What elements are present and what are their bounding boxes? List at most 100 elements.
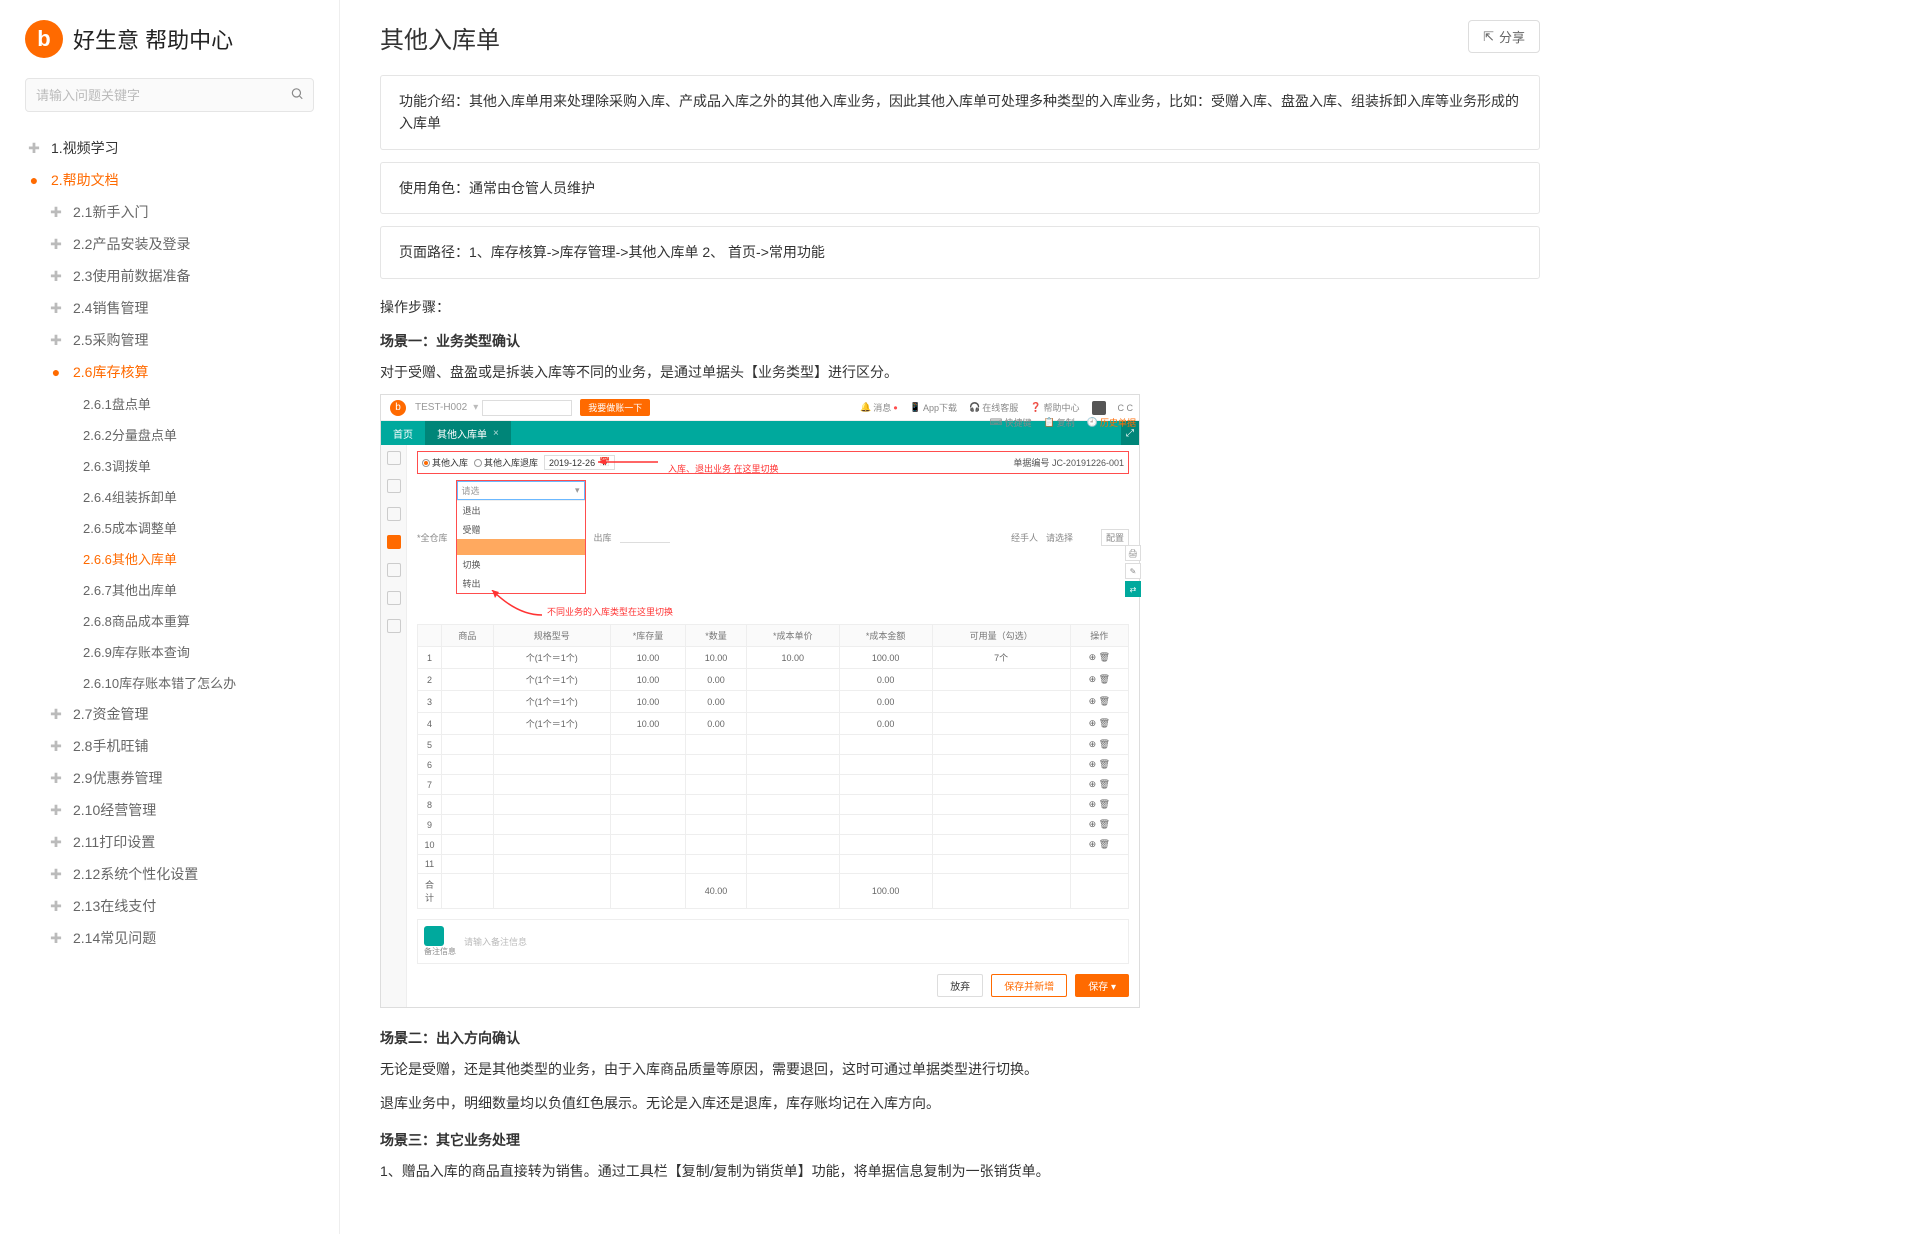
share-button[interactable]: ⇱ 分享	[1468, 20, 1540, 53]
config-button[interactable]: 配置	[1101, 529, 1129, 546]
radio-return[interactable]: 其他入库退库	[474, 456, 538, 469]
tool-shortcut[interactable]: ⌨ 快捷键	[987, 415, 1035, 430]
nav-2-6-3[interactable]: 2.6.3调拨单	[25, 450, 314, 481]
remark-input[interactable]: 请输入备注信息	[464, 935, 527, 948]
dd-option[interactable]: 切换	[457, 555, 585, 574]
nav-2-6-7[interactable]: 2.6.7其他出库单	[25, 574, 314, 605]
table-row[interactable]: 3个(1个＝1个)10.000.000.00⊕ 🗑	[418, 691, 1129, 713]
save-button[interactable]: 保存 ▾	[1075, 974, 1129, 997]
top-code: TEST-H002	[415, 402, 467, 413]
app-download-link[interactable]: 📱App下载	[910, 401, 957, 414]
support-link[interactable]: 🎧在线客服	[969, 401, 1018, 414]
table-row[interactable]: 4个(1个＝1个)10.000.000.00⊕ 🗑	[418, 713, 1129, 735]
th-product: 商品	[442, 625, 494, 647]
table-row[interactable]: 11	[418, 855, 1129, 874]
dd-option[interactable]: 受赠	[457, 520, 585, 539]
handler-label: 经手人	[1011, 531, 1038, 544]
nav-2-8[interactable]: ✚2.8手机旺铺	[25, 730, 314, 762]
side-icon-1[interactable]	[387, 451, 401, 465]
tool-copy[interactable]: 📋 复制	[1041, 415, 1078, 430]
msg-link[interactable]: 🔔消息●	[860, 401, 898, 414]
radio-inbound[interactable]: 其他入库	[422, 456, 468, 469]
table-row[interactable]: 2个(1个＝1个)10.000.000.00⊕ 🗑	[418, 669, 1129, 691]
nav-2-14[interactable]: ✚2.14常见问题	[25, 922, 314, 954]
help-link[interactable]: ❓帮助中心	[1030, 401, 1079, 414]
brand-row: b 好生意 帮助中心	[25, 20, 314, 58]
th-stock: *库存量	[610, 625, 686, 647]
table-row[interactable]: 9⊕ 🗑	[418, 815, 1129, 835]
top-action-button[interactable]: 我要做账一下	[580, 399, 650, 416]
nav-2-5[interactable]: ✚2.5采购管理	[25, 324, 314, 356]
table-row[interactable]: 10⊕ 🗑	[418, 835, 1129, 855]
nav-2-6-1[interactable]: 2.6.1盘点单	[25, 388, 314, 419]
tab-home[interactable]: 首页	[381, 421, 425, 445]
side-icon-7[interactable]	[387, 619, 401, 633]
nav-2-6-10[interactable]: 2.6.10库存账本错了怎么办	[25, 667, 314, 698]
tool-history[interactable]: 🕘 历史单据	[1084, 415, 1139, 430]
nav-2-10[interactable]: ✚2.10经营管理	[25, 794, 314, 826]
side-icon-4[interactable]	[387, 535, 401, 549]
remark-icon	[424, 926, 444, 946]
float-icon-2[interactable]: ✎	[1125, 563, 1141, 579]
plus-icon: ✚	[25, 140, 43, 157]
nav-2-3[interactable]: ✚2.3使用前数据准备	[25, 260, 314, 292]
side-icon-6[interactable]	[387, 591, 401, 605]
biztype-dropdown[interactable]: 请选▾ 退出 受赠 切换 转出	[456, 480, 586, 594]
float-icon-1[interactable]: 🖨	[1125, 545, 1141, 561]
th-action: 操作	[1070, 625, 1128, 647]
nav-2-6[interactable]: ●2.6库存核算	[25, 356, 314, 388]
minus-icon: ●	[25, 172, 43, 188]
table-row[interactable]: 6⊕ 🗑	[418, 755, 1129, 775]
nav-2-6-5[interactable]: 2.6.5成本调整单	[25, 512, 314, 543]
tab-other-inbound[interactable]: 其他入库单×	[425, 421, 511, 445]
nav-2-7[interactable]: ✚2.7资金管理	[25, 698, 314, 730]
save-add-button[interactable]: 保存并新增	[991, 974, 1067, 997]
search-input[interactable]	[25, 78, 314, 112]
handler-value[interactable]: 请选择	[1046, 531, 1073, 544]
inout-input[interactable]	[620, 531, 670, 543]
side-icon-5[interactable]	[387, 563, 401, 577]
dd-option[interactable]	[457, 539, 585, 555]
arrow-icon	[487, 590, 547, 620]
nav-2-1[interactable]: ✚2.1新手入门	[25, 196, 314, 228]
nav-2-13[interactable]: ✚2.13在线支付	[25, 890, 314, 922]
role-box: 使用角色：通常由仓管人员维护	[380, 162, 1540, 214]
arrow-icon	[598, 456, 658, 468]
nav-2-12[interactable]: ✚2.12系统个性化设置	[25, 858, 314, 890]
plus-icon: ✚	[47, 706, 65, 723]
nav-2-4[interactable]: ✚2.4销售管理	[25, 292, 314, 324]
nav-2-6-8[interactable]: 2.6.8商品成本重算	[25, 605, 314, 636]
table-row[interactable]: 7⊕ 🗑	[418, 775, 1129, 795]
plus-icon: ✚	[47, 204, 65, 221]
nav-2-6-4[interactable]: 2.6.4组装拆卸单	[25, 481, 314, 512]
th-avail: 可用量（勾选）	[932, 625, 1070, 647]
th-spec: 规格型号	[493, 625, 610, 647]
side-icon-3[interactable]	[387, 507, 401, 521]
table-row[interactable]: 5⊕ 🗑	[418, 735, 1129, 755]
plus-icon: ✚	[47, 300, 65, 317]
table-row[interactable]: 8⊕ 🗑	[418, 795, 1129, 815]
filter-row-2: *全仓库 请选▾ 退出 受赠 切换 转出	[417, 480, 1129, 594]
nav-2-6-2[interactable]: 2.6.2分量盘点单	[25, 419, 314, 450]
top-search-input[interactable]	[482, 400, 572, 416]
nav-2-9[interactable]: ✚2.9优惠券管理	[25, 762, 314, 794]
nav-2-6-9[interactable]: 2.6.9库存账本查询	[25, 636, 314, 667]
nav-2-2[interactable]: ✚2.2产品安装及登录	[25, 228, 314, 260]
nav-help-docs[interactable]: ●2.帮助文档	[25, 164, 314, 196]
plus-icon: ✚	[47, 802, 65, 819]
nav-2-11[interactable]: ✚2.11打印设置	[25, 826, 314, 858]
table-row[interactable]: 1个(1个＝1个)10.0010.0010.00100.007个⊕ 🗑	[418, 647, 1129, 669]
close-icon[interactable]: ×	[493, 428, 499, 439]
th-price: *成本单价	[746, 625, 839, 647]
discard-button[interactable]: 放弃	[937, 974, 983, 997]
intro-text: 其他入库单用来处理除采购入库、产成品入库之外的其他入库业务，因此其他入库单可处理…	[399, 93, 1519, 131]
search-icon[interactable]	[290, 87, 304, 104]
float-icon-3[interactable]: ⇄	[1125, 581, 1141, 597]
avatar-icon[interactable]	[1092, 401, 1106, 415]
side-icon-2[interactable]	[387, 479, 401, 493]
nav-2-6-6[interactable]: 2.6.6其他入库单	[25, 543, 314, 574]
plus-icon: ✚	[47, 770, 65, 787]
dd-option[interactable]: 退出	[457, 501, 585, 520]
role-label: 使用角色：	[399, 180, 469, 196]
nav-video[interactable]: ✚1.视频学习	[25, 132, 314, 164]
